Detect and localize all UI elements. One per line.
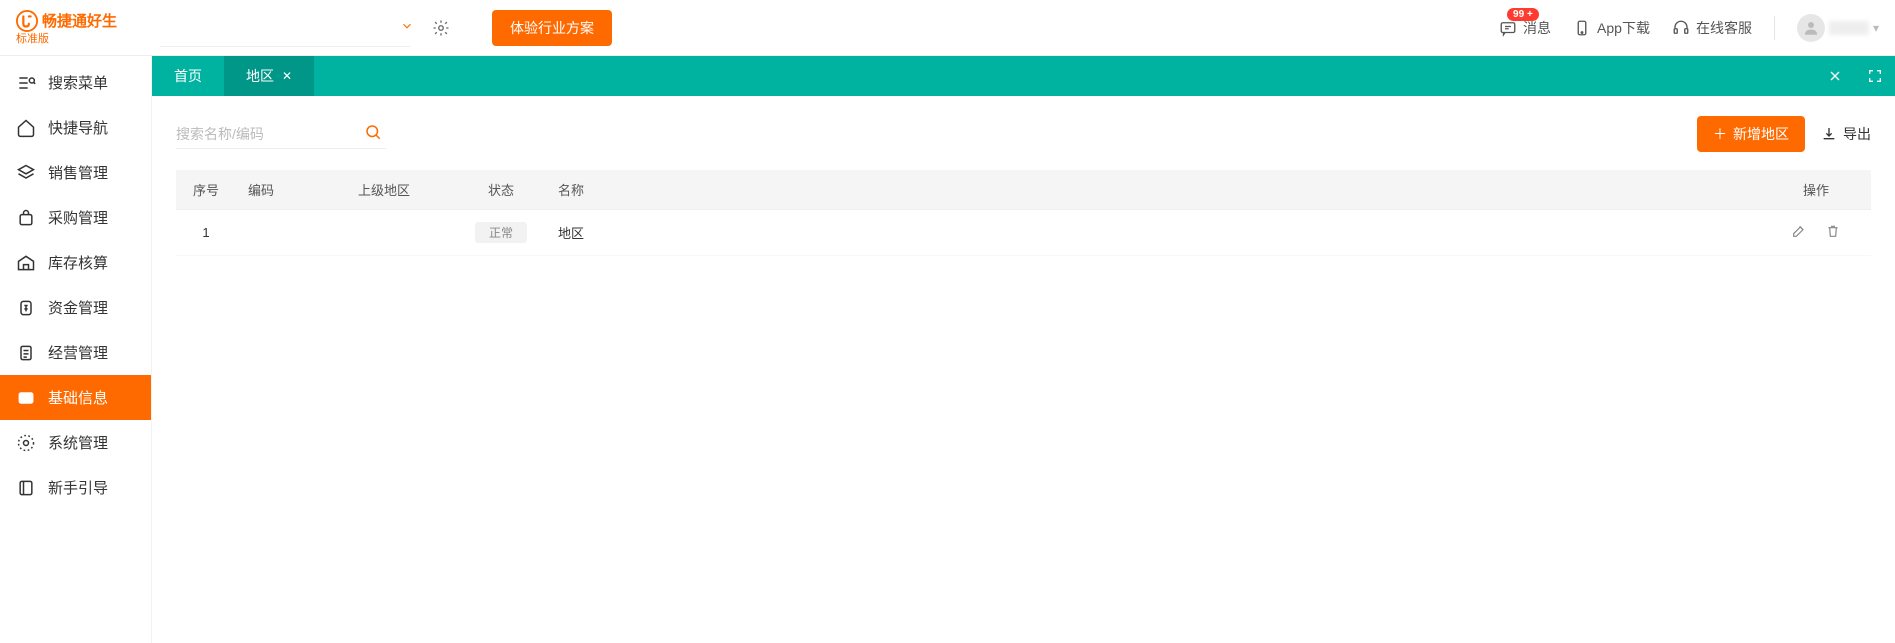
chevron-down-icon[interactable] [400, 19, 414, 36]
sidebar: 搜索菜单 快捷导航 销售管理 采购管理 库存核算 资金管理 经营管理 基础信息 [0, 56, 152, 643]
sidebar-item-stock[interactable]: 库存核算 [0, 240, 151, 285]
tabbar: 首页 地区 ✕ [152, 56, 1895, 96]
message-icon [1499, 19, 1517, 37]
gear-dotted-icon [16, 433, 36, 453]
app-download-label: App下载 [1597, 18, 1650, 38]
gear-icon[interactable] [430, 17, 452, 39]
status-badge: 正常 [475, 222, 527, 243]
bag-icon [16, 208, 36, 228]
col-name: 名称 [546, 170, 1761, 210]
org-name [164, 13, 384, 42]
brand-logo: 畅捷通好生 标准版 [16, 10, 136, 46]
tab-region[interactable]: 地区 ✕ [224, 56, 314, 96]
search-field [176, 119, 386, 149]
sidebar-item-guide[interactable]: 新手引导 [0, 465, 151, 510]
online-service-label: 在线客服 [1696, 18, 1752, 38]
plus-icon: ＋ [1713, 124, 1727, 144]
cell-status: 正常 [456, 210, 546, 256]
id-card-icon [16, 388, 36, 408]
export-button[interactable]: 导出 [1821, 124, 1871, 144]
close-all-tabs-icon[interactable] [1815, 68, 1855, 84]
col-idx: 序号 [176, 170, 236, 210]
region-table: 序号 编码 上级地区 状态 名称 操作 1 正常 [176, 170, 1871, 256]
chevron-down-icon: ▾ [1873, 21, 1879, 35]
home-icon [16, 118, 36, 138]
warehouse-icon [16, 253, 36, 273]
export-icon [1821, 126, 1837, 142]
sidebar-item-operate[interactable]: 经营管理 [0, 330, 151, 375]
sidebar-item-system[interactable]: 系统管理 [0, 420, 151, 465]
online-service-link[interactable]: 在线客服 [1672, 18, 1752, 38]
cell-op [1761, 210, 1871, 256]
col-status: 状态 [456, 170, 546, 210]
sidebar-item-search[interactable]: 搜索菜单 [0, 60, 151, 105]
col-parent: 上级地区 [346, 170, 456, 210]
sidebar-item-purchase[interactable]: 采购管理 [0, 195, 151, 240]
book-icon [16, 478, 36, 498]
avatar-icon [1797, 14, 1825, 42]
tab-home[interactable]: 首页 [152, 56, 224, 96]
edit-icon[interactable] [1791, 223, 1807, 242]
clipboard-icon [16, 343, 36, 363]
cell-parent [346, 210, 456, 256]
brand-name: 畅捷通好生 [42, 10, 117, 31]
messages-label: 消息 [1523, 18, 1551, 38]
delete-icon[interactable] [1825, 223, 1841, 242]
app-download-link[interactable]: App下载 [1573, 18, 1650, 38]
sidebar-item-sales[interactable]: 销售管理 [0, 150, 151, 195]
sidebar-item-finance[interactable]: 资金管理 [0, 285, 151, 330]
user-name [1829, 21, 1869, 35]
search-input[interactable] [176, 120, 360, 148]
tag-icon [16, 163, 36, 183]
close-icon[interactable]: ✕ [282, 69, 292, 83]
sidebar-item-quicknav[interactable]: 快捷导航 [0, 105, 151, 150]
table-row: 1 正常 地区 [176, 210, 1871, 256]
cell-idx: 1 [176, 210, 236, 256]
messages-link[interactable]: 99 + 消息 [1499, 18, 1551, 38]
brand-edition: 标准版 [16, 30, 49, 46]
brand-mark-icon [16, 10, 38, 32]
messages-badge: 99 + [1507, 8, 1539, 21]
money-icon [16, 298, 36, 318]
experience-plan-button[interactable]: 体验行业方案 [492, 10, 612, 46]
sidebar-item-basic[interactable]: 基础信息 [0, 375, 151, 420]
user-menu[interactable]: ▾ [1797, 14, 1879, 42]
cell-name: 地区 [546, 210, 1761, 256]
search-icon[interactable] [360, 119, 386, 148]
fullscreen-icon[interactable] [1855, 68, 1895, 84]
search-list-icon [16, 73, 36, 93]
headset-icon [1672, 19, 1690, 37]
col-op: 操作 [1761, 170, 1871, 210]
phone-icon [1573, 19, 1591, 37]
col-code: 编码 [236, 170, 346, 210]
add-region-button[interactable]: ＋ 新增地区 [1697, 116, 1805, 152]
cell-code [236, 210, 346, 256]
